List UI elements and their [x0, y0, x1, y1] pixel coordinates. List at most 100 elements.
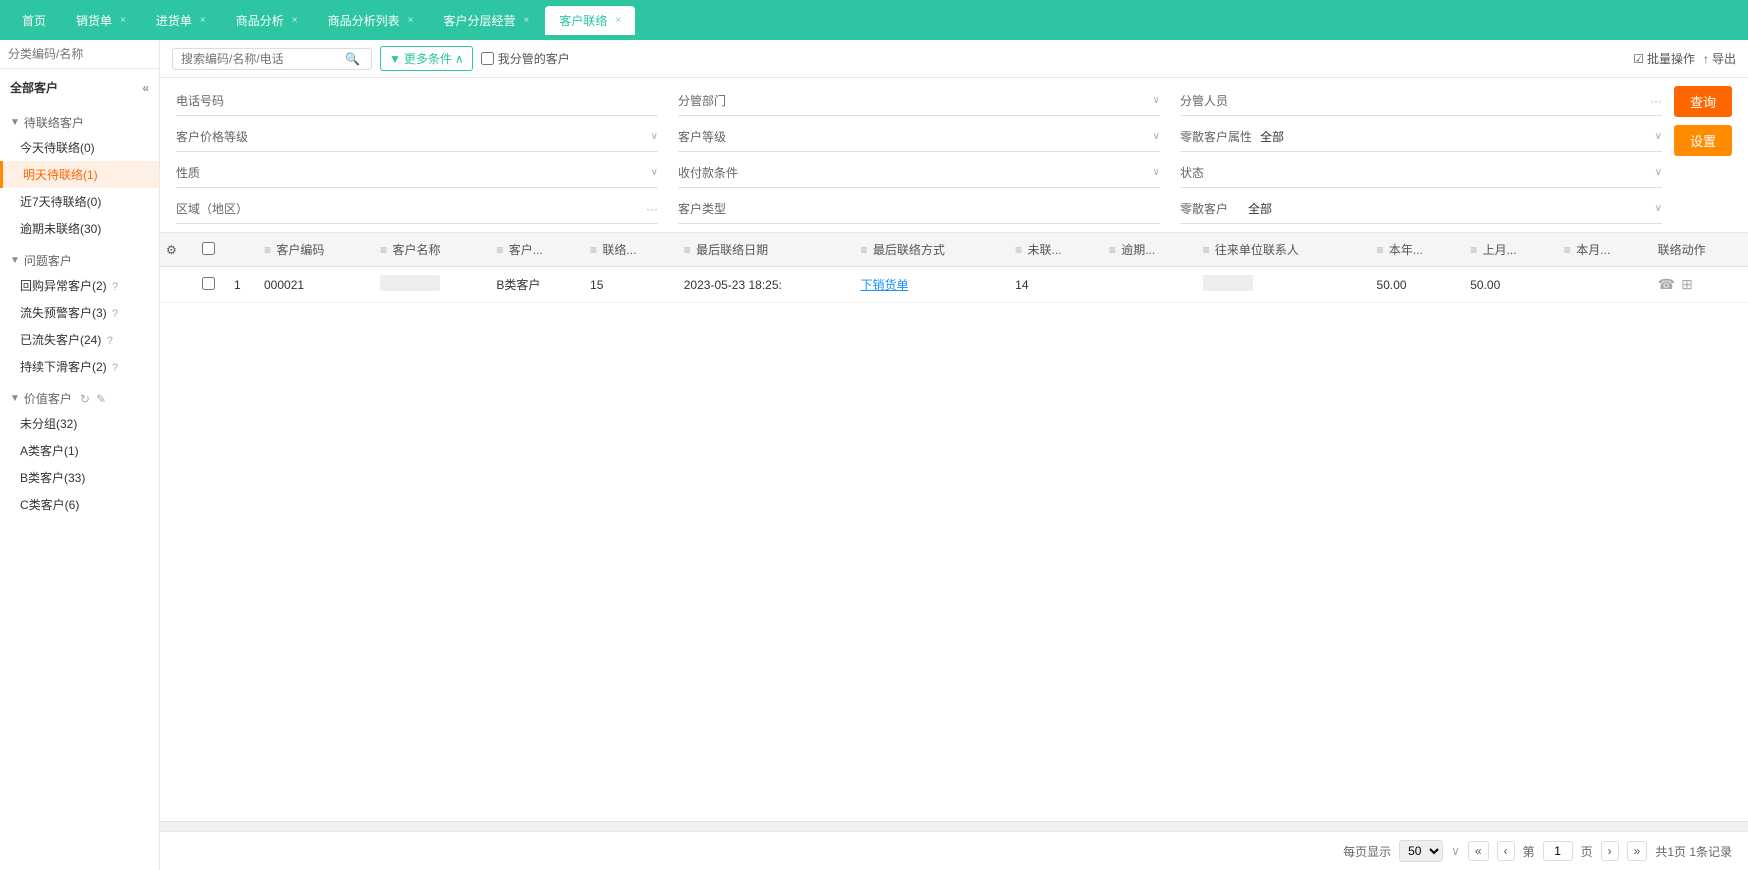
search-input[interactable]	[181, 52, 341, 66]
filter-person-more[interactable]: ···	[1650, 94, 1662, 108]
sidebar-item-week7[interactable]: 近7天待联络(0)	[0, 188, 159, 215]
my-customers-checkbox[interactable]	[481, 52, 494, 65]
filter-payment-label: 收付款条件	[678, 164, 738, 181]
row-company-contact-mask	[1203, 275, 1253, 291]
nav-product-analysis-close[interactable]: ×	[292, 15, 298, 26]
row-last-method-value[interactable]: 下销货单	[860, 278, 908, 292]
nav-product-list-close[interactable]: ×	[408, 15, 414, 26]
sidebar-item-continuous-down[interactable]: 持续下滑客户(2) ?	[0, 353, 159, 380]
filter-region-more[interactable]: ···	[646, 202, 658, 216]
action-icons: ☎ ⊞	[1658, 276, 1742, 293]
row-overdue	[1103, 267, 1197, 303]
filter-price-arrow[interactable]: ∨	[651, 131, 658, 142]
nav-product-analysis-label: 商品分析	[236, 12, 284, 29]
filter-fields: 电话号码 分管部门 ∨ 分管人员 ···	[176, 86, 1662, 224]
filter-retail-arrow[interactable]: ∨	[1655, 203, 1662, 214]
nav-purchase-close[interactable]: ×	[200, 15, 206, 26]
filter-dept-arrow[interactable]: ∨	[1153, 95, 1160, 106]
prev-page-btn[interactable]: ‹	[1497, 841, 1515, 861]
row-this-year-value: 50.00	[1377, 278, 1407, 292]
filter-retail-attr-arrow[interactable]: ∨	[1655, 131, 1662, 142]
sidebar-item-repurchase[interactable]: 回购异常客户(2) ?	[0, 272, 159, 299]
col-code-label: 客户编码	[276, 243, 324, 257]
sidebar-pending-group[interactable]: ▼ 待联络客户	[0, 108, 159, 134]
sidebar-item-ungrouped[interactable]: 未分组(32)	[0, 410, 159, 437]
horizontal-scrollbar[interactable]	[160, 821, 1748, 831]
row-contact: 15	[584, 267, 678, 303]
sidebar-item-c-class[interactable]: C类客户(6)	[0, 491, 159, 518]
per-page-label: 每页显示	[1343, 843, 1391, 860]
page-of-label: 页	[1581, 843, 1593, 860]
sidebar-search-input[interactable]	[8, 47, 160, 61]
filter-nature-arrow[interactable]: ∨	[651, 167, 658, 178]
filter-price-level[interactable]: 客户价格等级 ∨	[176, 122, 658, 152]
sidebar-item-tomorrow[interactable]: 明天待联络(1)	[0, 161, 159, 188]
filter-status[interactable]: 状态 ∨	[1180, 158, 1662, 188]
sidebar-item-b-class[interactable]: B类客户(33)	[0, 464, 159, 491]
table-wrap: ⚙ ≡ 客户编码 ≡ 客户名称	[160, 233, 1748, 821]
top-navigation: 首页 销货单 × 进货单 × 商品分析 × 商品分析列表 × 客户分层经营 × …	[0, 0, 1748, 40]
sidebar-all-customers[interactable]: 全部客户 «	[0, 71, 159, 104]
sidebar-item-lost-risk[interactable]: 流失预警客户(3) ?	[0, 299, 159, 326]
filter-more-btn[interactable]: ▼ 更多条件 ∧	[380, 46, 473, 71]
nav-home[interactable]: 首页	[8, 6, 60, 35]
setting-button[interactable]: 设置	[1674, 125, 1732, 156]
page-size-select[interactable]: 50	[1399, 840, 1443, 862]
row-checkbox[interactable]	[202, 277, 215, 290]
select-all-checkbox[interactable]	[202, 242, 215, 255]
filter-person[interactable]: 分管人员 ···	[1180, 86, 1662, 116]
action-grid-icon[interactable]: ⊞	[1681, 276, 1693, 293]
sidebar-value-section: ▼ 价值客户 ↻ ✎ 未分组(32) A类客户(1) B类客户(33) C类客户…	[0, 382, 159, 520]
first-page-btn[interactable]: «	[1468, 841, 1489, 861]
sidebar-problem-group[interactable]: ▼ 问题客户	[0, 246, 159, 272]
filter-retail[interactable]: 零散客户 全部 ∨	[1180, 194, 1662, 224]
filter-cust-type-label: 客户类型	[678, 200, 738, 217]
action-phone-icon[interactable]: ☎	[1658, 276, 1675, 293]
filter-region[interactable]: 区域（地区） ···	[176, 194, 658, 224]
value-edit-icon[interactable]: ✎	[96, 392, 106, 406]
nav-sales-close[interactable]: ×	[120, 15, 126, 26]
page-input[interactable]	[1543, 841, 1573, 861]
nav-customer-tier[interactable]: 客户分层经营 ×	[429, 6, 543, 35]
next-page-btn[interactable]: ›	[1601, 841, 1619, 861]
nav-customer-tier-close[interactable]: ×	[523, 15, 529, 26]
row-settings-cell	[160, 267, 196, 303]
a-class-label: A类客户(1)	[20, 444, 79, 458]
search-submit-icon[interactable]: 🔍	[345, 52, 360, 66]
batch-btn[interactable]: ☑ 批量操作	[1633, 50, 1695, 67]
last-page-btn[interactable]: »	[1627, 841, 1648, 861]
nav-product-analysis-list[interactable]: 商品分析列表 ×	[314, 6, 428, 35]
nav-customer-contact-close[interactable]: ×	[615, 15, 621, 26]
settings-icon: ⚙	[166, 243, 177, 257]
row-checkbox-cell	[196, 267, 228, 303]
row-last-date: 2023-05-23 18:25:	[678, 267, 855, 303]
sidebar-item-overdue[interactable]: 逾期未联络(30)	[0, 215, 159, 242]
filter-cust-level-arrow[interactable]: ∨	[1153, 131, 1160, 142]
sidebar-item-today[interactable]: 今天待联络(0)	[0, 134, 159, 161]
col-settings[interactable]: ⚙	[160, 233, 196, 267]
sidebar-item-already-lost[interactable]: 已流失客户(24) ?	[0, 326, 159, 353]
today-label: 今天待联络(0)	[20, 141, 95, 155]
filter-cust-type[interactable]: 客户类型	[678, 194, 1160, 224]
filter-retail-attr[interactable]: 零散客户属性 全部 ∨	[1180, 122, 1662, 152]
filter-payment-arrow[interactable]: ∨	[1153, 167, 1160, 178]
filter-payment[interactable]: 收付款条件 ∨	[678, 158, 1160, 188]
value-refresh-icon[interactable]: ↻	[80, 392, 90, 406]
nav-purchase[interactable]: 进货单 ×	[142, 6, 220, 35]
query-button[interactable]: 查询	[1674, 86, 1732, 117]
sidebar-item-a-class[interactable]: A类客户(1)	[0, 437, 159, 464]
filter-customer-level[interactable]: 客户等级 ∨	[678, 122, 1160, 152]
filter-dept[interactable]: 分管部门 ∨	[678, 86, 1160, 116]
content-area: 🔍 ▼ 更多条件 ∧ 我分管的客户 ☑ 批量操作 ↑ 导出	[160, 40, 1748, 870]
export-btn[interactable]: ↑ 导出	[1703, 50, 1736, 67]
nav-sales[interactable]: 销货单 ×	[62, 6, 140, 35]
sidebar-value-group[interactable]: ▼ 价值客户 ↻ ✎	[0, 384, 159, 410]
col-seq	[228, 233, 258, 267]
nav-customer-contact[interactable]: 客户联络 ×	[545, 6, 635, 35]
col-overdue-label: 逾期...	[1121, 243, 1155, 257]
nav-sales-label: 销货单	[76, 12, 112, 29]
nav-product-analysis[interactable]: 商品分析 ×	[222, 6, 312, 35]
filter-nature[interactable]: 性质 ∨	[176, 158, 658, 188]
filter-status-arrow[interactable]: ∨	[1655, 167, 1662, 178]
batch-label: 批量操作	[1647, 50, 1695, 67]
